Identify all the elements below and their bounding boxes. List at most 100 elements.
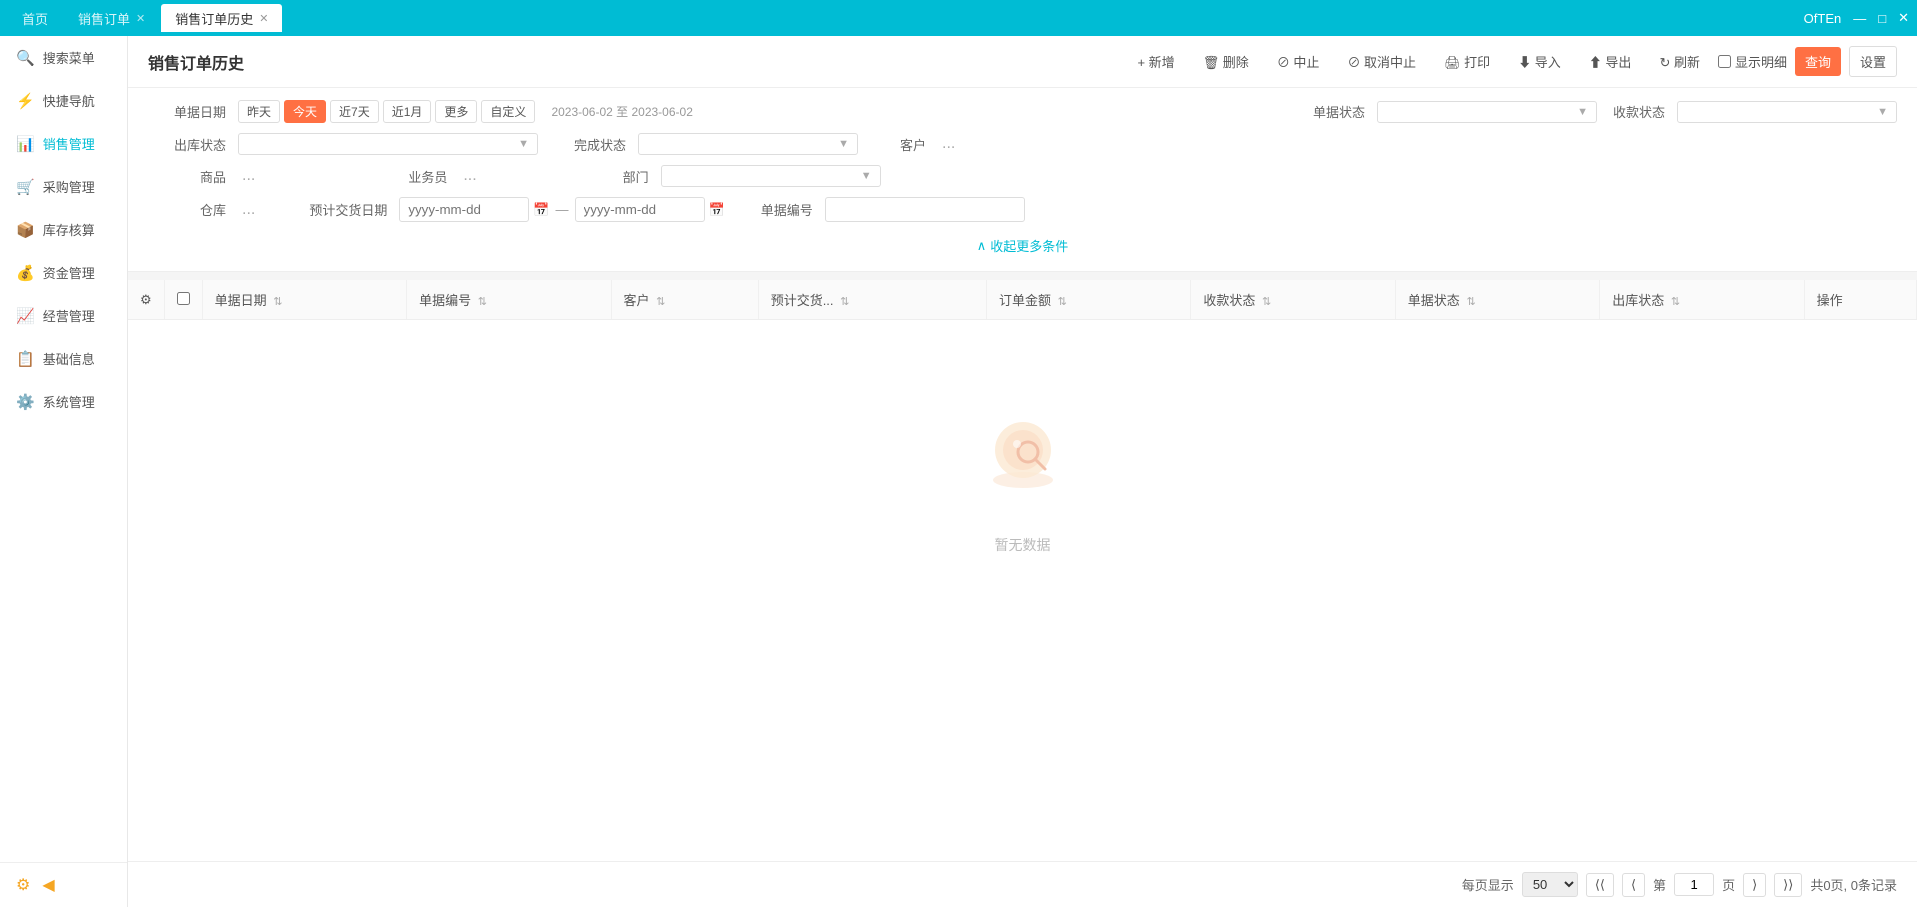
collapse-row: ∧ 收起更多条件 [148, 232, 1897, 259]
system-icon: ⚙️ [16, 393, 35, 411]
tab-sales-order-history[interactable]: 销售订单历史 ✕ [161, 4, 282, 32]
product-input[interactable]: ... [238, 167, 259, 185]
th-delivery[interactable]: 预计交货... ⇅ [758, 280, 986, 320]
warehouse-status-arrow: ▼ [518, 138, 529, 150]
next-page-button[interactable]: ⟩ [1743, 873, 1766, 897]
print-button[interactable]: 🖨 打印 [1434, 47, 1500, 76]
th-gear[interactable]: ⚙ [128, 280, 164, 320]
warehouse-status-select[interactable]: ▼ [238, 133, 538, 155]
setting-button[interactable]: 设置 [1849, 46, 1897, 77]
import-button[interactable]: ⬇ 导入 [1508, 47, 1571, 76]
order-number-input[interactable] [825, 197, 1025, 222]
th-date[interactable]: 单据日期 ⇅ [202, 280, 406, 320]
collapse-up-icon: ∧ [977, 238, 987, 254]
show-detail-checkbox[interactable]: 显示明细 [1718, 52, 1787, 71]
date-btn-more[interactable]: 更多 [435, 100, 477, 123]
sidebar-item-inventory[interactable]: 📦 库存核算 [0, 208, 127, 251]
customer-input[interactable]: ... [938, 135, 959, 153]
sidebar-item-purchase[interactable]: 🛒 采购管理 [0, 165, 127, 208]
expected-delivery-label: 预计交货日期 [299, 200, 399, 219]
complete-status-select[interactable]: ▼ [638, 133, 858, 155]
sidebar-item-search[interactable]: 🔍 搜索菜单 [0, 36, 127, 79]
prev-page-button[interactable]: ⟨ [1622, 873, 1645, 897]
new-button[interactable]: + 新增 [1127, 47, 1184, 76]
first-page-button[interactable]: ⟨⟨ [1586, 873, 1614, 897]
topbar-minimize-icon[interactable]: — [1853, 11, 1866, 26]
sidebar-settings-icon[interactable]: ⚙ [16, 875, 30, 895]
tab-sales-order-history-label: 销售订单历史 [175, 9, 253, 28]
sidebar-item-basics[interactable]: 📋 基础信息 [0, 337, 127, 380]
date-btn-today[interactable]: 今天 [284, 100, 326, 123]
delivery-date-end-icon[interactable]: 📅 [709, 202, 725, 218]
th-date-sort: ⇅ [273, 296, 282, 308]
delivery-date-start[interactable] [399, 197, 529, 222]
topbar-close-icon[interactable]: ✕ [1898, 10, 1909, 26]
th-number[interactable]: 单据编号 ⇅ [407, 280, 611, 320]
tab-sales-order-close[interactable]: ✕ [136, 12, 145, 25]
th-customer-sort: ⇅ [656, 296, 665, 308]
sales-icon: 📊 [16, 135, 35, 153]
th-amount-label: 订单金额 [999, 293, 1051, 308]
department-arrow: ▼ [861, 170, 872, 182]
sidebar-inventory-label: 库存核算 [43, 220, 95, 239]
payment-status-select[interactable]: ▼ [1677, 101, 1897, 123]
basics-icon: 📋 [16, 350, 35, 368]
date-quick-btns: 昨天 今天 近7天 近1月 更多 自定义 [238, 100, 535, 123]
inventory-icon: 📦 [16, 221, 35, 239]
department-select[interactable]: ▼ [661, 165, 881, 187]
show-detail-label: 显示明细 [1735, 52, 1787, 71]
sidebar-item-sales[interactable]: 📊 销售管理 [0, 122, 127, 165]
sidebar-collapse-icon[interactable]: ◀ [42, 875, 54, 895]
topbar-maximize-icon[interactable]: □ [1878, 11, 1886, 26]
query-button[interactable]: 查询 [1795, 47, 1841, 76]
th-checkbox[interactable] [164, 280, 202, 320]
tab-sales-order-history-close[interactable]: ✕ [259, 12, 268, 25]
select-all-checkbox[interactable] [177, 292, 190, 305]
import-label: ⬇ 导入 [1518, 52, 1561, 71]
th-delivery-label: 预计交货... [771, 293, 834, 308]
delivery-date-end[interactable] [575, 197, 705, 222]
sidebar-quicknav-label: 快捷导航 [43, 91, 95, 110]
th-customer[interactable]: 客户 ⇅ [611, 280, 758, 320]
sidebar-item-quicknav[interactable]: ⚡ 快捷导航 [0, 79, 127, 122]
sidebar-bottom: ⚙ ◀ [0, 862, 127, 907]
th-payment-status[interactable]: 收款状态 ⇅ [1191, 280, 1395, 320]
delete-button[interactable]: 🗑 删除 [1193, 47, 1259, 76]
th-order-status[interactable]: 单据状态 ⇅ [1395, 280, 1599, 320]
th-amount-sort: ⇅ [1058, 296, 1067, 308]
sidebar-item-system[interactable]: ⚙️ 系统管理 [0, 380, 127, 423]
th-amount[interactable]: 订单金额 ⇅ [986, 280, 1190, 320]
department-label: 部门 [601, 167, 661, 186]
stop-button[interactable]: ⊘ 中止 [1267, 47, 1330, 76]
sidebar-finance-label: 资金管理 [43, 263, 95, 282]
date-btn-custom[interactable]: 自定义 [481, 100, 535, 123]
date-btn-1month[interactable]: 近1月 [383, 100, 432, 123]
th-warehouse-status[interactable]: 出库状态 ⇅ [1600, 280, 1804, 320]
refresh-button[interactable]: ↻ 刷新 [1649, 47, 1710, 76]
collapse-button[interactable]: ∧ 收起更多条件 [977, 232, 1069, 259]
quicknav-icon: ⚡ [16, 92, 35, 110]
refresh-label: ↻ 刷新 [1659, 52, 1700, 71]
payment-status-label: 收款状态 [1597, 102, 1677, 121]
tab-home[interactable]: 首页 [8, 4, 62, 32]
last-page-button[interactable]: ⟩⟩ [1774, 873, 1802, 897]
date-btn-7days[interactable]: 近7天 [330, 100, 379, 123]
stop-label: ⊘ 中止 [1277, 52, 1320, 71]
tab-sales-order[interactable]: 销售订单 ✕ [64, 4, 159, 32]
sidebar-item-finance[interactable]: 💰 资金管理 [0, 251, 127, 294]
order-status-select[interactable]: ▼ [1377, 101, 1597, 123]
date-btn-yesterday[interactable]: 昨天 [238, 100, 280, 123]
export-button[interactable]: ⬆ 导出 [1579, 47, 1642, 76]
page-header: 销售订单历史 + 新增 🗑 删除 ⊘ 中止 ⊘ 取消中止 🖨 打印 [128, 36, 1917, 88]
date-range-text: 2023-06-02 至 2023-06-02 [551, 103, 692, 120]
cancel-stop-button[interactable]: ⊘ 取消中止 [1337, 47, 1426, 76]
salesperson-input[interactable]: ... [459, 167, 480, 185]
main-layout: 🔍 搜索菜单 ⚡ 快捷导航 📊 销售管理 🛒 采购管理 📦 库存核算 💰 资金管… [0, 36, 1917, 907]
sidebar-system-label: 系统管理 [43, 392, 95, 411]
delivery-date-start-icon[interactable]: 📅 [533, 202, 549, 218]
page-number-input[interactable] [1674, 873, 1714, 896]
page-size-select[interactable]: 20 50 100 [1522, 872, 1578, 897]
show-detail-input[interactable] [1718, 55, 1731, 68]
sidebar-item-operations[interactable]: 📈 经营管理 [0, 294, 127, 337]
warehouse-input[interactable]: ... [238, 201, 259, 219]
